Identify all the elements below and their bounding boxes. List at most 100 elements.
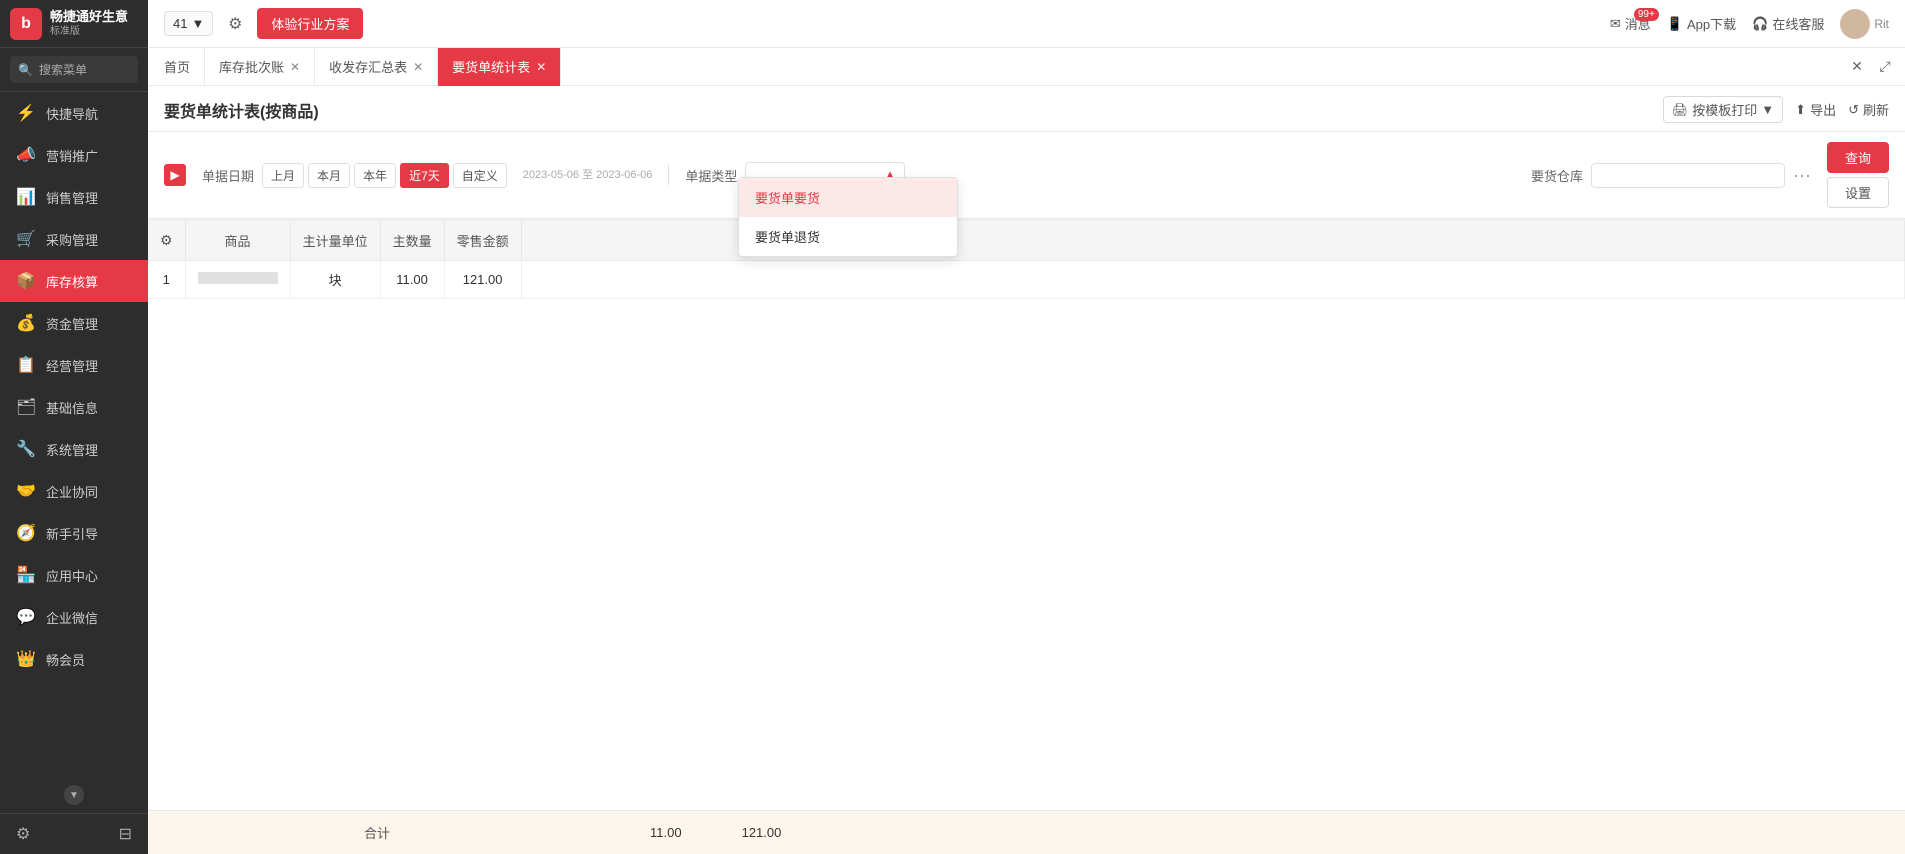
last-month-btn[interactable]: 上月 xyxy=(262,163,304,188)
export-button[interactable]: ⬆ 导出 xyxy=(1795,100,1836,119)
sidebar-item-purchase[interactable]: 🛒 采购管理 xyxy=(0,218,148,260)
maximize-button[interactable]: ⤢ xyxy=(1873,55,1897,79)
filter-expand-button[interactable]: ▶ xyxy=(164,164,186,186)
sidebar-item-marketing[interactable]: 📣 营销推广 xyxy=(0,134,148,176)
print-button[interactable]: 🖨 按模板打印 ▼ xyxy=(1663,96,1783,123)
this-month-btn[interactable]: 本月 xyxy=(308,163,350,188)
tab-home[interactable]: 首页 xyxy=(156,48,205,86)
sidebar-item-label: 采购管理 xyxy=(46,230,98,249)
tab-summary[interactable]: 收发存汇总表 ✕ xyxy=(315,48,438,86)
tab-batch-close[interactable]: ✕ xyxy=(290,60,300,74)
sidebar-item-label: 资金管理 xyxy=(46,314,98,333)
this-year-btn[interactable]: 本年 xyxy=(354,163,396,188)
messages-button[interactable]: ✉ 消息 99+ xyxy=(1610,14,1651,33)
dropdown-item-purchase[interactable]: 要货单要货 xyxy=(739,178,957,217)
tab-order-stat-label: 要货单统计表 xyxy=(452,57,530,76)
sidebar-item-quick-nav[interactable]: ⚡ 快捷导航 xyxy=(0,92,148,134)
sidebar-item-label: 基础信息 xyxy=(46,398,98,417)
dropdown-item-purchase-label: 要货单要货 xyxy=(755,191,820,206)
sidebar-item-label: 营销推广 xyxy=(46,146,98,165)
col-settings[interactable]: ⚙ xyxy=(148,221,185,261)
tab-order-stat[interactable]: 要货单统计表 ✕ xyxy=(438,48,561,86)
dropdown-item-return[interactable]: 要货单退货 xyxy=(739,217,957,256)
sidebar-item-member[interactable]: 👑 畅会员 xyxy=(0,638,148,680)
sidebar-item-inventory[interactable]: 📦 库存核算 xyxy=(0,260,148,302)
sidebar-item-guide[interactable]: 🧭 新手引导 xyxy=(0,512,148,554)
messages-icon: ✉ xyxy=(1610,16,1621,32)
col-qty: 主数量 xyxy=(380,221,444,261)
export-label: 导出 xyxy=(1810,100,1836,119)
print-label: 按模板打印 xyxy=(1692,100,1757,119)
print-dropdown-arrow: ▼ xyxy=(1761,102,1774,117)
query-button[interactable]: 查询 xyxy=(1827,142,1889,173)
basic-icon: 🗂 xyxy=(16,397,36,417)
refresh-button[interactable]: ↺ 刷新 xyxy=(1848,100,1889,119)
app-download-button[interactable]: 📱 App下载 xyxy=(1667,14,1736,33)
table-settings-icon[interactable]: ⚙ xyxy=(160,232,173,248)
warehouse-filter-group: 要货仓库 ··· xyxy=(1531,163,1811,188)
tab-order-stat-close[interactable]: ✕ xyxy=(536,60,546,74)
download-icon: 📱 xyxy=(1667,16,1683,32)
type-filter-label: 单据类型 xyxy=(685,166,737,185)
filter-bar: ▶ 单据日期 上月 本月 本年 近7天 自定义 2023-05-06 至 202… xyxy=(148,132,1905,219)
user-avatar-button[interactable]: Rit xyxy=(1840,9,1889,39)
messages-badge: 99+ xyxy=(1634,8,1659,21)
date-filter-group: 单据日期 上月 本月 本年 近7天 自定义 xyxy=(202,163,507,188)
company-selector[interactable]: 41 ▼ xyxy=(164,11,213,36)
sidebar-item-label: 经营管理 xyxy=(46,356,98,375)
tab-batch[interactable]: 库存批次账 ✕ xyxy=(205,48,315,86)
custom-btn[interactable]: 自定义 xyxy=(453,163,507,188)
sidebar-item-system[interactable]: 🔧 系统管理 xyxy=(0,428,148,470)
sidebar-item-wechat[interactable]: 💬 企业微信 xyxy=(0,596,148,638)
row-unit: 块 xyxy=(290,261,380,299)
enterprise-icon: 🤝 xyxy=(16,481,36,501)
sidebar-item-label: 系统管理 xyxy=(46,440,98,459)
sidebar-item-label: 企业协同 xyxy=(46,482,98,501)
sidebar-item-label: 库存核算 xyxy=(46,272,98,291)
tab-summary-label: 收发存汇总表 xyxy=(329,57,407,76)
online-service-button[interactable]: 🎧 在线客服 xyxy=(1752,14,1824,33)
sidebar-item-sales[interactable]: 📊 销售管理 xyxy=(0,176,148,218)
inventory-icon: 📦 xyxy=(16,271,36,291)
refresh-icon: ↺ xyxy=(1848,102,1859,118)
tabbar: 首页 库存批次账 ✕ 收发存汇总表 ✕ 要货单统计表 ✕ ✕ ⤢ xyxy=(148,48,1905,86)
col-product: 商品 xyxy=(185,221,290,261)
finance-icon: 💰 xyxy=(16,313,36,333)
sidebar-item-label: 新手引导 xyxy=(46,524,98,543)
app-logo-icon: b xyxy=(10,8,42,40)
collapse-icon[interactable]: ⊟ xyxy=(119,824,132,844)
product-placeholder xyxy=(198,272,278,284)
wechat-icon: 💬 xyxy=(16,607,36,627)
topbar-settings-button[interactable]: ⚙ xyxy=(221,10,249,38)
close-all-tabs-button[interactable]: ✕ xyxy=(1845,55,1869,79)
system-icon: 🔧 xyxy=(16,439,36,459)
search-menu-label: 搜索菜单 xyxy=(39,61,87,78)
type-dropdown-menu: 要货单要货 要货单退货 xyxy=(738,177,958,257)
sidebar-item-operations[interactable]: 📋 经营管理 xyxy=(0,344,148,386)
print-icon: 🖨 xyxy=(1672,102,1689,118)
filter-more-button[interactable]: ··· xyxy=(1793,166,1811,184)
last7-btn[interactable]: 近7天 xyxy=(400,163,449,188)
app-download-label: App下载 xyxy=(1687,14,1736,33)
sidebar-item-appstore[interactable]: 🏪 应用中心 xyxy=(0,554,148,596)
sidebar-item-label: 企业微信 xyxy=(46,608,98,627)
sidebar-item-enterprise[interactable]: 🤝 企业协同 xyxy=(0,470,148,512)
sidebar-nav: ⚡ 快捷导航 📣 营销推广 📊 销售管理 🛒 采购管理 📦 库存核算 💰 资金管… xyxy=(0,92,148,777)
service-icon: 🎧 xyxy=(1752,16,1768,32)
sidebar-item-basic[interactable]: 🗂 基础信息 xyxy=(0,386,148,428)
sidebar-scroll-down[interactable]: ▼ xyxy=(64,785,84,805)
row-amount: 121.00 xyxy=(444,261,521,299)
set-button[interactable]: 设置 xyxy=(1827,177,1889,208)
settings-icon[interactable]: ⚙ xyxy=(16,824,30,844)
sidebar-logo: b 畅捷通好生意 标准版 xyxy=(0,0,148,48)
warehouse-input[interactable] xyxy=(1591,163,1785,188)
row-extra xyxy=(521,261,1904,299)
company-dropdown-arrow: ▼ xyxy=(191,16,204,31)
tabbar-actions: ✕ ⤢ xyxy=(1845,55,1897,79)
table-area: ⚙ 商品 主计量单位 主数量 零售金额 1 块 xyxy=(148,221,1905,810)
industry-btn[interactable]: 体验行业方案 xyxy=(257,8,363,39)
search-menu-button[interactable]: 🔍 搜索菜单 xyxy=(10,56,138,83)
sidebar-item-finance[interactable]: 💰 资金管理 xyxy=(0,302,148,344)
tab-summary-close[interactable]: ✕ xyxy=(413,60,423,74)
table-row: 1 块 11.00 121.00 xyxy=(148,261,1905,299)
